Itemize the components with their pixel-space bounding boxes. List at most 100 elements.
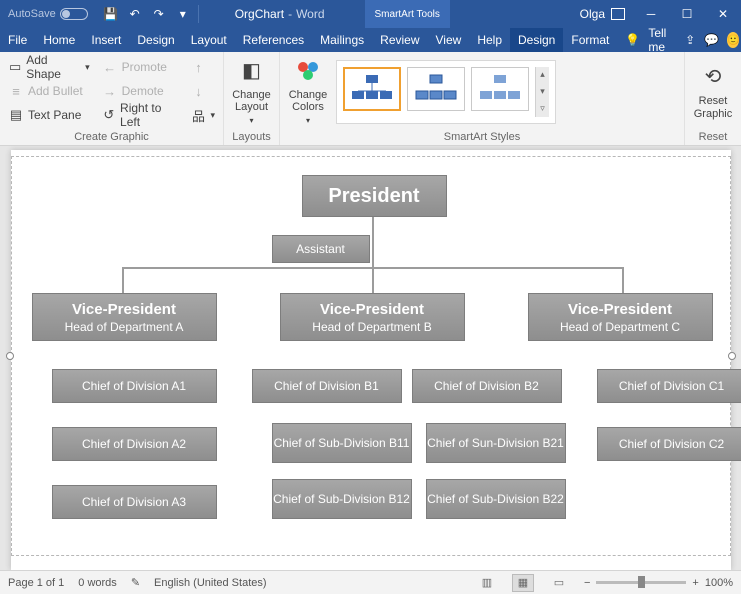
group-label-create-graphic: Create Graphic: [0, 131, 223, 145]
tab-layout[interactable]: Layout: [183, 28, 235, 52]
share-icon[interactable]: ⇪: [684, 32, 696, 48]
move-down-button: ↓: [186, 80, 219, 102]
zoom-in-button[interactable]: +: [692, 577, 698, 589]
web-layout-icon[interactable]: ▭: [548, 574, 570, 592]
tab-design[interactable]: Design: [129, 28, 182, 52]
document-area[interactable]: President Assistant Vice-PresidentHead o…: [0, 146, 741, 570]
page: President Assistant Vice-PresidentHead o…: [11, 150, 731, 570]
group-label-layouts: Layouts: [224, 131, 279, 145]
group-label-styles: SmartArt Styles: [280, 131, 684, 145]
node-c1[interactable]: Chief of Division C1: [597, 369, 741, 403]
redo-icon[interactable]: ↷: [148, 3, 170, 25]
smiley-icon[interactable]: 🙂: [727, 32, 739, 48]
tab-help[interactable]: Help: [469, 28, 510, 52]
print-layout-icon[interactable]: ▦: [512, 574, 534, 592]
resize-handle-right[interactable]: [728, 352, 736, 360]
app-name: Word: [296, 7, 324, 21]
arrow-right-icon: →: [102, 83, 118, 99]
ribbon-tabs: File Home Insert Design Layout Reference…: [0, 28, 741, 52]
comments-icon[interactable]: 💬: [704, 32, 719, 48]
proofing-icon[interactable]: ✎: [131, 576, 140, 589]
tab-home[interactable]: Home: [35, 28, 83, 52]
resize-handle-left[interactable]: [6, 352, 14, 360]
maximize-button[interactable]: ☐: [669, 0, 705, 28]
tab-smartart-format[interactable]: Format: [563, 28, 617, 52]
zoom-level[interactable]: 100%: [705, 577, 733, 589]
minimize-button[interactable]: ─: [633, 0, 669, 28]
tell-me[interactable]: Tell me: [648, 26, 676, 54]
node-president[interactable]: President: [302, 175, 447, 217]
lightbulb-icon: 💡: [625, 32, 640, 48]
add-bullet-button: ≡Add Bullet: [4, 80, 94, 102]
layout-icon: ◧: [238, 57, 266, 85]
qat-more-icon[interactable]: ▾: [172, 3, 194, 25]
node-a3[interactable]: Chief of Division A3: [52, 485, 217, 519]
colors-icon: [294, 57, 322, 85]
gallery-more[interactable]: ▴▾▿: [535, 67, 549, 117]
node-b11[interactable]: Chief of Sub-Division B11: [272, 423, 412, 463]
zoom-controls: − + 100%: [584, 577, 733, 589]
change-colors-button[interactable]: Change Colors ▾: [284, 57, 332, 126]
node-a1[interactable]: Chief of Division A1: [52, 369, 217, 403]
demote-button: →Demote: [98, 80, 183, 102]
tab-smartart-design[interactable]: Design: [510, 28, 563, 52]
read-mode-icon[interactable]: ▥: [476, 574, 498, 592]
node-b12[interactable]: Chief of Sub-Division B12: [272, 479, 412, 519]
node-a2[interactable]: Chief of Division A2: [52, 427, 217, 461]
user-name[interactable]: Olga: [572, 7, 633, 21]
title-bar: AutoSave 💾 ↶ ↷ ▾ OrgChart - Word SmartAr…: [0, 0, 741, 28]
toggle-off-icon: [60, 8, 88, 20]
tab-insert[interactable]: Insert: [83, 28, 129, 52]
bullet-icon: ≡: [8, 83, 24, 99]
tab-mailings[interactable]: Mailings: [312, 28, 372, 52]
node-vp-b[interactable]: Vice-PresidentHead of Department B: [280, 293, 465, 341]
zoom-out-button[interactable]: −: [584, 577, 590, 589]
quick-access-toolbar: 💾 ↶ ↷ ▾: [96, 3, 205, 25]
style-thumb-2[interactable]: [407, 67, 465, 111]
node-c2[interactable]: Chief of Division C2: [597, 427, 741, 461]
style-thumb-1[interactable]: [343, 67, 401, 111]
reset-graphic-button[interactable]: ⟲ Reset Graphic: [689, 56, 737, 127]
word-count[interactable]: 0 words: [78, 577, 117, 589]
zoom-slider[interactable]: [596, 581, 686, 584]
add-shape-button[interactable]: ▭Add Shape ▾: [4, 56, 94, 78]
arrow-left-icon: ←: [102, 59, 118, 75]
undo-icon[interactable]: ↶: [124, 3, 146, 25]
add-shape-icon: ▭: [8, 59, 22, 75]
rtl-icon: ↺: [102, 107, 116, 123]
node-b1[interactable]: Chief of Division B1: [252, 369, 402, 403]
ribbon: ▭Add Shape ▾ ≡Add Bullet ▤Text Pane ←Pro…: [0, 52, 741, 146]
node-b22[interactable]: Chief of Sub-Division B22: [426, 479, 566, 519]
node-assistant[interactable]: Assistant: [272, 235, 370, 263]
text-pane-icon: ▤: [8, 107, 24, 123]
tab-review[interactable]: Review: [372, 28, 427, 52]
node-b21[interactable]: Chief of Sun-Division B21: [426, 423, 566, 463]
move-up-button: ↑: [186, 56, 219, 78]
style-thumb-3[interactable]: [471, 67, 529, 111]
layout-dropdown[interactable]: 品▾: [186, 104, 219, 126]
node-vp-a[interactable]: Vice-PresidentHead of Department A: [32, 293, 217, 341]
node-vp-c[interactable]: Vice-PresidentHead of Department C: [528, 293, 713, 341]
reset-icon: ⟲: [699, 63, 727, 91]
right-to-left-button[interactable]: ↺Right to Left: [98, 104, 183, 126]
org-icon: 品: [190, 107, 206, 123]
tab-file[interactable]: File: [0, 28, 35, 52]
tab-references[interactable]: References: [235, 28, 312, 52]
close-button[interactable]: ✕: [705, 0, 741, 28]
promote-button: ←Promote: [98, 56, 183, 78]
smartart-style-gallery: ▴▾▿: [336, 60, 556, 124]
autosave-toggle[interactable]: AutoSave: [0, 8, 96, 20]
page-indicator[interactable]: Page 1 of 1: [8, 577, 64, 589]
save-icon[interactable]: 💾: [100, 3, 122, 25]
group-label-reset: Reset: [685, 131, 741, 145]
node-b2[interactable]: Chief of Division B2: [412, 369, 562, 403]
contextual-tab-label: SmartArt Tools: [365, 0, 450, 28]
account-icon: [611, 8, 625, 20]
smartart-canvas[interactable]: President Assistant Vice-PresidentHead o…: [11, 156, 731, 556]
autosave-label: AutoSave: [8, 8, 56, 20]
tab-view[interactable]: View: [428, 28, 470, 52]
document-name: OrgChart: [235, 7, 284, 21]
text-pane-button[interactable]: ▤Text Pane: [4, 104, 94, 126]
change-layout-button[interactable]: ◧ Change Layout ▾: [228, 56, 275, 127]
language-indicator[interactable]: English (United States): [154, 577, 267, 589]
